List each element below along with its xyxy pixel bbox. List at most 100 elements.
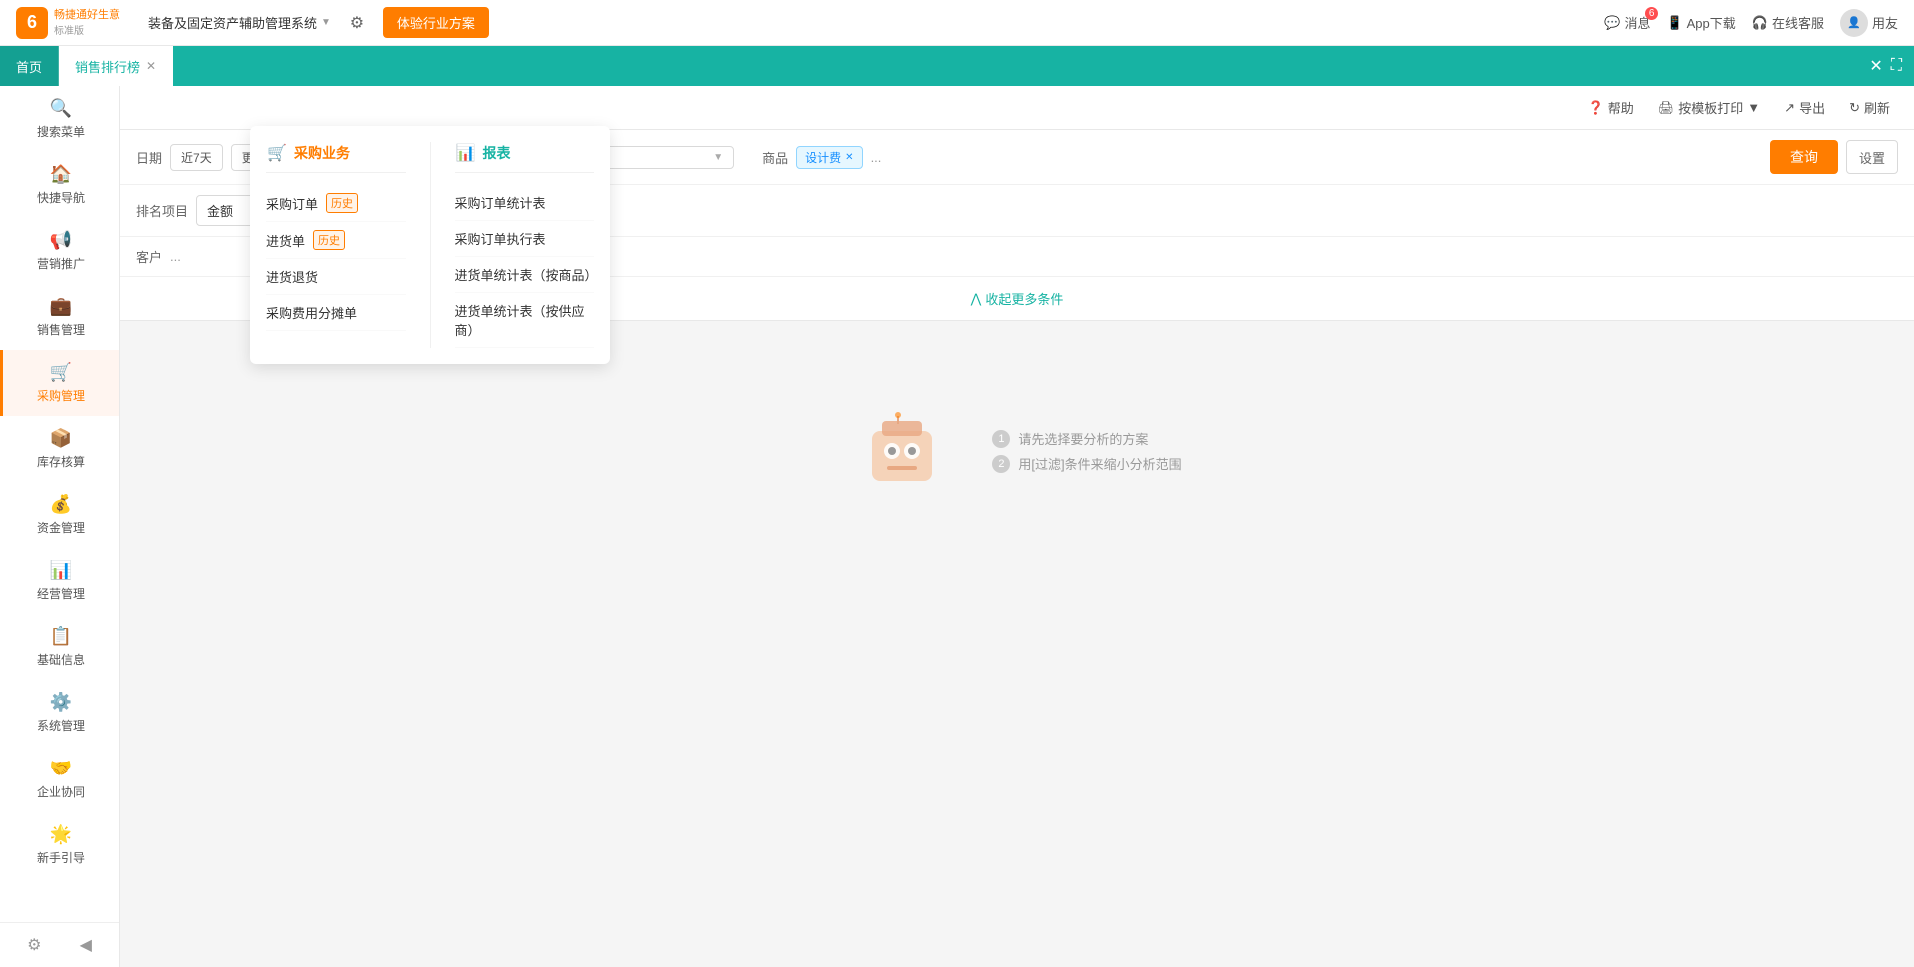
notification-badge: 6 [1645, 7, 1659, 20]
sidebar-item-inventory[interactable]: 📦 库存核算 [0, 416, 119, 482]
query-button[interactable]: 查询 [1770, 140, 1838, 174]
tab-expand-icon[interactable]: ⛶ [1891, 57, 1902, 75]
action-buttons: 查询 设置 [1770, 140, 1898, 174]
online-service-button[interactable]: 🎧 在线客服 [1752, 13, 1824, 32]
sidebar-bottom: ⚙ ◀ [0, 922, 119, 967]
marketing-icon: 📢 [50, 230, 72, 251]
app-download-button[interactable]: 📱 App下载 [1666, 13, 1735, 32]
industry-button[interactable]: 体验行业方案 [383, 7, 489, 38]
stock-in-history-tag: 历史 [313, 230, 345, 250]
bill-status-arrow-icon: ▼ [713, 152, 723, 163]
report-menu-icon: 📊 [455, 142, 477, 164]
search-icon: 🔍 [50, 98, 72, 119]
goods-dots[interactable]: ... [871, 150, 882, 165]
customer-dots[interactable]: ... [170, 249, 181, 264]
sidebar-item-system[interactable]: ⚙️ 系统管理 [0, 680, 119, 746]
notification-button[interactable]: 💬 消息 6 [1604, 13, 1650, 32]
sidebar-item-basic[interactable]: 📋 基础信息 [0, 614, 119, 680]
dropdown-item-stock-in[interactable]: 进货单 历史 [266, 222, 406, 259]
mobile-icon: 📱 [1666, 15, 1682, 31]
home-icon: 🏠 [50, 164, 72, 185]
dropdown-item-stock-return[interactable]: 进货退货 [266, 259, 406, 295]
capital-icon: 💰 [50, 494, 72, 515]
dropdown-item-stock-stats-goods[interactable]: 进货单统计表（按商品） [455, 257, 595, 293]
purchase-col-title-label: 采购业务 [294, 143, 350, 163]
tab-sales-rank[interactable]: 销售排行榜 ✕ [59, 46, 173, 86]
empty-svg [852, 401, 952, 501]
stock-stats-supplier-label: 进货单统计表（按供应商） [455, 301, 595, 339]
sidebar-item-search-label: 搜索菜单 [37, 123, 85, 140]
set-button[interactable]: 设置 [1846, 140, 1898, 174]
filter-toolbar: ❓ 帮助 🖨 按模板打印 ▼ ↗ 导出 ↻ 刷新 [120, 86, 1914, 130]
step-2-num: 2 [992, 455, 1010, 473]
customer-label: 客户 [136, 247, 162, 266]
sidebar-item-enterprise-label: 企业协同 [37, 783, 85, 800]
sidebar-item-enterprise[interactable]: 🤝 企业协同 [0, 746, 119, 812]
dropdown-item-purchase-order[interactable]: 采购订单 历史 [266, 185, 406, 222]
topbar: 6 畅捷通好生意 标准版 装备及固定资产辅助管理系统 ▼ ⚙ 体验行业方案 💬 … [0, 0, 1914, 46]
export-button[interactable]: ↗ 导出 [1776, 94, 1833, 121]
goods-label: 商品 [762, 148, 788, 167]
report-col-title: 📊 报表 [455, 142, 595, 173]
sidebar-item-capital[interactable]: 💰 资金管理 [0, 482, 119, 548]
refresh-icon: ↻ [1849, 100, 1860, 116]
date-label: 日期 [136, 148, 162, 167]
collapse-label: 收起更多条件 [985, 289, 1063, 308]
dropdown-item-stock-stats-supplier[interactable]: 进货单统计表（按供应商） [455, 293, 595, 348]
sidebar-item-inventory-label: 库存核算 [37, 453, 85, 470]
sidebar-item-marketing[interactable]: 📢 营销推广 [0, 218, 119, 284]
online-service-label: 在线客服 [1772, 13, 1824, 32]
purchase-order-exec-label: 采购订单执行表 [455, 229, 546, 248]
topbar-right: 💬 消息 6 📱 App下载 🎧 在线客服 👤 用友 [1604, 9, 1898, 37]
sidebar-item-operation-label: 经营管理 [37, 585, 85, 602]
system-icon: ⚙️ [50, 692, 72, 713]
content-area: ❓ 帮助 🖨 按模板打印 ▼ ↗ 导出 ↻ 刷新 [120, 86, 1914, 967]
sidebar-item-quick-nav[interactable]: 🏠 快捷导航 [0, 152, 119, 218]
dropdown-item-purchase-order-exec[interactable]: 采购订单执行表 [455, 221, 595, 257]
purchase-expense-label: 采购费用分摊单 [266, 303, 357, 322]
refresh-button[interactable]: ↻ 刷新 [1841, 94, 1898, 121]
sidebar-item-guide[interactable]: 🌟 新手引导 [0, 812, 119, 878]
tab-home[interactable]: 首页 [0, 46, 59, 86]
operation-icon: 📊 [50, 560, 72, 581]
settings-icon[interactable]: ⚙ [343, 9, 371, 37]
sidebar-item-guide-label: 新手引导 [37, 849, 85, 866]
headset-icon: 🎧 [1752, 15, 1768, 31]
system-title-dropdown[interactable]: 装备及固定资产辅助管理系统 ▼ [148, 13, 331, 32]
tab-close-icon[interactable]: ✕ [146, 59, 156, 73]
refresh-label: 刷新 [1864, 98, 1890, 117]
stock-stats-goods-label: 进货单统计表（按商品） [455, 265, 595, 284]
purchase-order-history-tag: 历史 [326, 193, 358, 213]
print-dropdown-icon: ▼ [1747, 100, 1760, 115]
step-1-num: 1 [992, 430, 1010, 448]
print-button[interactable]: 🖨 按模板打印 ▼ [1650, 94, 1768, 121]
sidebar-item-capital-label: 资金管理 [37, 519, 85, 536]
help-label: 帮助 [1608, 98, 1634, 117]
tab-close-all-icon[interactable]: ✕ [1869, 56, 1882, 76]
print-icon: 🖨 [1658, 100, 1675, 116]
goods-tag-close-icon[interactable]: ✕ [845, 152, 853, 163]
date-preset-7days[interactable]: 近7天 [170, 144, 223, 171]
goods-tag-value: 设计费 [805, 149, 841, 166]
sidebar-settings-icon[interactable]: ⚙ [27, 935, 41, 955]
user-button[interactable]: 👤 用友 [1840, 9, 1898, 37]
collapse-button[interactable]: ⋀ 收起更多条件 [959, 283, 1076, 314]
sidebar-collapse-icon[interactable]: ◀ [80, 935, 92, 955]
export-icon: ↗ [1784, 100, 1795, 116]
tabbar: 首页 销售排行榜 ✕ ✕ ⛶ [0, 46, 1914, 86]
logo-area: 6 畅捷通好生意 标准版 [16, 7, 136, 39]
help-button[interactable]: ❓ 帮助 [1580, 94, 1642, 121]
user-label: 用友 [1872, 13, 1898, 32]
sidebar-item-search[interactable]: 🔍 搜索菜单 [0, 86, 119, 152]
purchase-col: 🛒 采购业务 采购订单 历史 进货单 历史 进货退货 采购费用分摊单 [266, 142, 406, 348]
sidebar-item-purchase[interactable]: 🛒 采购管理 [0, 350, 119, 416]
sidebar-item-operation[interactable]: 📊 经营管理 [0, 548, 119, 614]
sidebar: 🔍 搜索菜单 🏠 快捷导航 📢 营销推广 💼 销售管理 🛒 采购管理 📦 库存核… [0, 86, 120, 967]
purchase-dropdown-menu: 🛒 采购业务 采购订单 历史 进货单 历史 进货退货 采购费用分摊单 [250, 126, 610, 364]
dropdown-item-purchase-expense[interactable]: 采购费用分摊单 [266, 295, 406, 331]
stock-in-label: 进货单 [266, 231, 305, 250]
step-2-text: 用[过滤]条件来缩小分析范围 [1018, 454, 1181, 473]
basic-icon: 📋 [50, 626, 72, 647]
dropdown-item-purchase-order-stats[interactable]: 采购订单统计表 [455, 185, 595, 221]
sidebar-item-sales[interactable]: 💼 销售管理 [0, 284, 119, 350]
